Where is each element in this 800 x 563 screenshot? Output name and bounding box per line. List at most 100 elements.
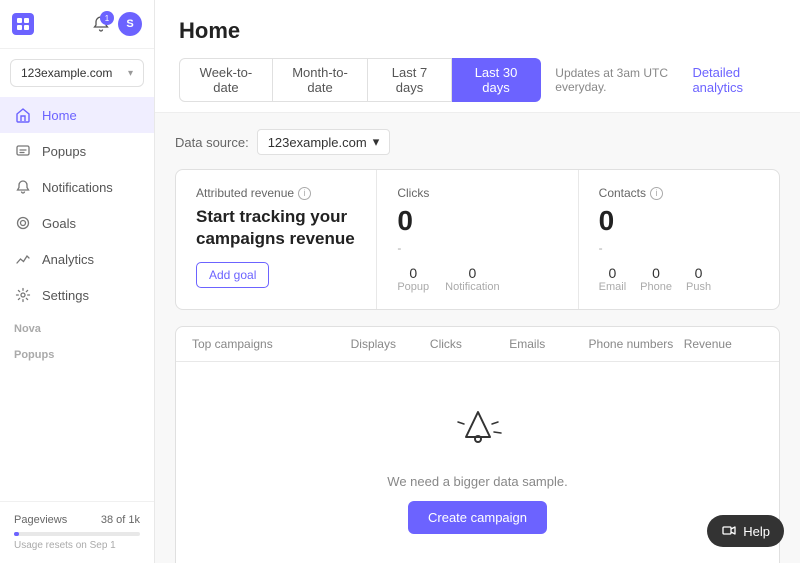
pageviews-progress-fill [14,532,19,536]
popup-value: 0 [397,265,429,281]
th-clicks: Clicks [430,337,509,351]
table-header: Top campaigns Displays Clicks Emails Pho… [176,327,779,362]
stat-card-clicks: Clicks 0 - 0 Popup 0 Notification [377,170,578,309]
phone-stat: 0 Phone [640,265,672,293]
popup-label: Popup [397,281,429,293]
sidebar-item-home[interactable]: Home [0,97,154,133]
content-area: Data source: 123example.com ▾ Attributed… [155,113,800,563]
pageviews-progress-bg [14,532,140,536]
analytics-icon [14,250,32,268]
revenue-label: Attributed revenue i [196,186,356,200]
settings-icon [14,286,32,304]
clicks-value: 0 [397,206,557,237]
main-content: Home Week-to-date Month-to-date Last 7 d… [155,0,800,563]
contacts-sub-stats: 0 Email 0 Phone 0 Push [599,265,759,293]
sidebar-item-goals[interactable]: Goals [0,205,154,241]
sidebar-item-label: Popups [42,144,86,159]
chevron-down-icon: ▾ [128,68,133,79]
email-stat: 0 Email [599,265,627,293]
create-campaign-button[interactable]: Create campaign [408,501,547,534]
tab-7days[interactable]: Last 7 days [368,58,452,102]
stat-card-contacts: Contacts i 0 - 0 Email 0 Phone 0 [579,170,779,309]
sidebar-item-label: Notifications [42,180,113,195]
main-header: Home Week-to-date Month-to-date Last 7 d… [155,0,800,113]
notification-stat: 0 Notification [445,265,499,293]
sidebar-top: 1 S [0,0,154,49]
email-label: Email [599,281,627,293]
email-value: 0 [599,265,627,281]
stats-cards: Attributed revenue i Start tracking your… [175,169,780,310]
push-label: Push [686,281,711,293]
section-nova: Nova [0,313,154,339]
pageviews-value: 38 of 1k [101,514,140,526]
sidebar-item-popups[interactable]: Popups [0,133,154,169]
th-revenue: Revenue [684,337,763,351]
sidebar-item-settings[interactable]: Settings [0,277,154,313]
tab-month[interactable]: Month-to-date [273,58,368,102]
tab-week[interactable]: Week-to-date [179,58,273,102]
sidebar: 1 S 123example.com ▾ Home [0,0,155,563]
phone-label: Phone [640,281,672,293]
revenue-info-icon[interactable]: i [298,187,311,200]
empty-text: We need a bigger data sample. [387,474,567,489]
sidebar-nav: Home Popups Notifications [0,93,154,501]
phone-value: 0 [640,265,672,281]
sidebar-item-label: Settings [42,288,89,303]
sidebar-item-label: Goals [42,216,76,231]
popups-icon [14,142,32,160]
data-source-label: Data source: [175,135,249,150]
notification-badge: 1 [100,11,114,25]
pageviews-row: Pageviews 38 of 1k [14,514,140,526]
th-emails: Emails [509,337,588,351]
sidebar-logo [12,13,34,35]
contacts-label: Contacts i [599,186,759,200]
revenue-heading: Start tracking your campaigns revenue [196,206,356,250]
page-title: Home [179,18,776,44]
popup-stat: 0 Popup [397,265,429,293]
home-icon [14,106,32,124]
reset-text: Usage resets on Sep 1 [14,540,140,551]
empty-state-icon [448,402,508,462]
domain-selector[interactable]: 123example.com ▾ [10,59,144,87]
th-campaigns: Top campaigns [192,337,351,351]
push-value: 0 [686,265,711,281]
sidebar-bottom: Pageviews 38 of 1k Usage resets on Sep 1 [0,501,154,563]
clicks-label: Clicks [397,186,557,200]
contacts-value: 0 [599,206,759,237]
push-stat: 0 Push [686,265,711,293]
chevron-down-icon: ▾ [373,134,380,150]
app-logo-icon [12,13,34,35]
add-goal-button[interactable]: Add goal [196,262,269,288]
sidebar-item-analytics[interactable]: Analytics [0,241,154,277]
tab-30days[interactable]: Last 30 days [452,58,541,102]
notifications-icon-btn[interactable]: 1 [92,15,110,33]
user-avatar[interactable]: S [118,12,142,36]
clicks-sub: - [397,241,557,255]
stat-card-revenue: Attributed revenue i Start tracking your… [176,170,377,309]
update-text: Updates at 3am UTC everyday. [555,66,692,94]
campaigns-table: Top campaigns Displays Clicks Emails Pho… [175,326,780,563]
domain-value: 123example.com [21,66,112,80]
notification-value: 0 [445,265,499,281]
help-label: Help [743,524,770,539]
pageviews-label: Pageviews [14,514,67,526]
tabs-row: Week-to-date Month-to-date Last 7 days L… [179,58,776,102]
contacts-info-icon[interactable]: i [650,187,663,200]
bell-icon [14,178,32,196]
notification-label: Notification [445,281,499,293]
data-source-row: Data source: 123example.com ▾ [175,129,780,155]
sidebar-item-notifications[interactable]: Notifications [0,169,154,205]
sidebar-item-label: Analytics [42,252,94,267]
sidebar-item-label: Home [42,108,77,123]
help-button[interactable]: Help [707,515,784,547]
contacts-sub: - [599,241,759,255]
detailed-analytics-link[interactable]: Detailed analytics [692,65,776,95]
clicks-sub-stats: 0 Popup 0 Notification [397,265,557,293]
data-source-select[interactable]: 123example.com ▾ [257,129,391,155]
empty-state: We need a bigger data sample. Create cam… [176,362,779,563]
sidebar-top-icons: 1 S [92,12,142,36]
th-phones: Phone numbers [589,337,684,351]
th-displays: Displays [351,337,430,351]
data-source-value: 123example.com [268,135,367,150]
section-popups: Popups [0,339,154,365]
